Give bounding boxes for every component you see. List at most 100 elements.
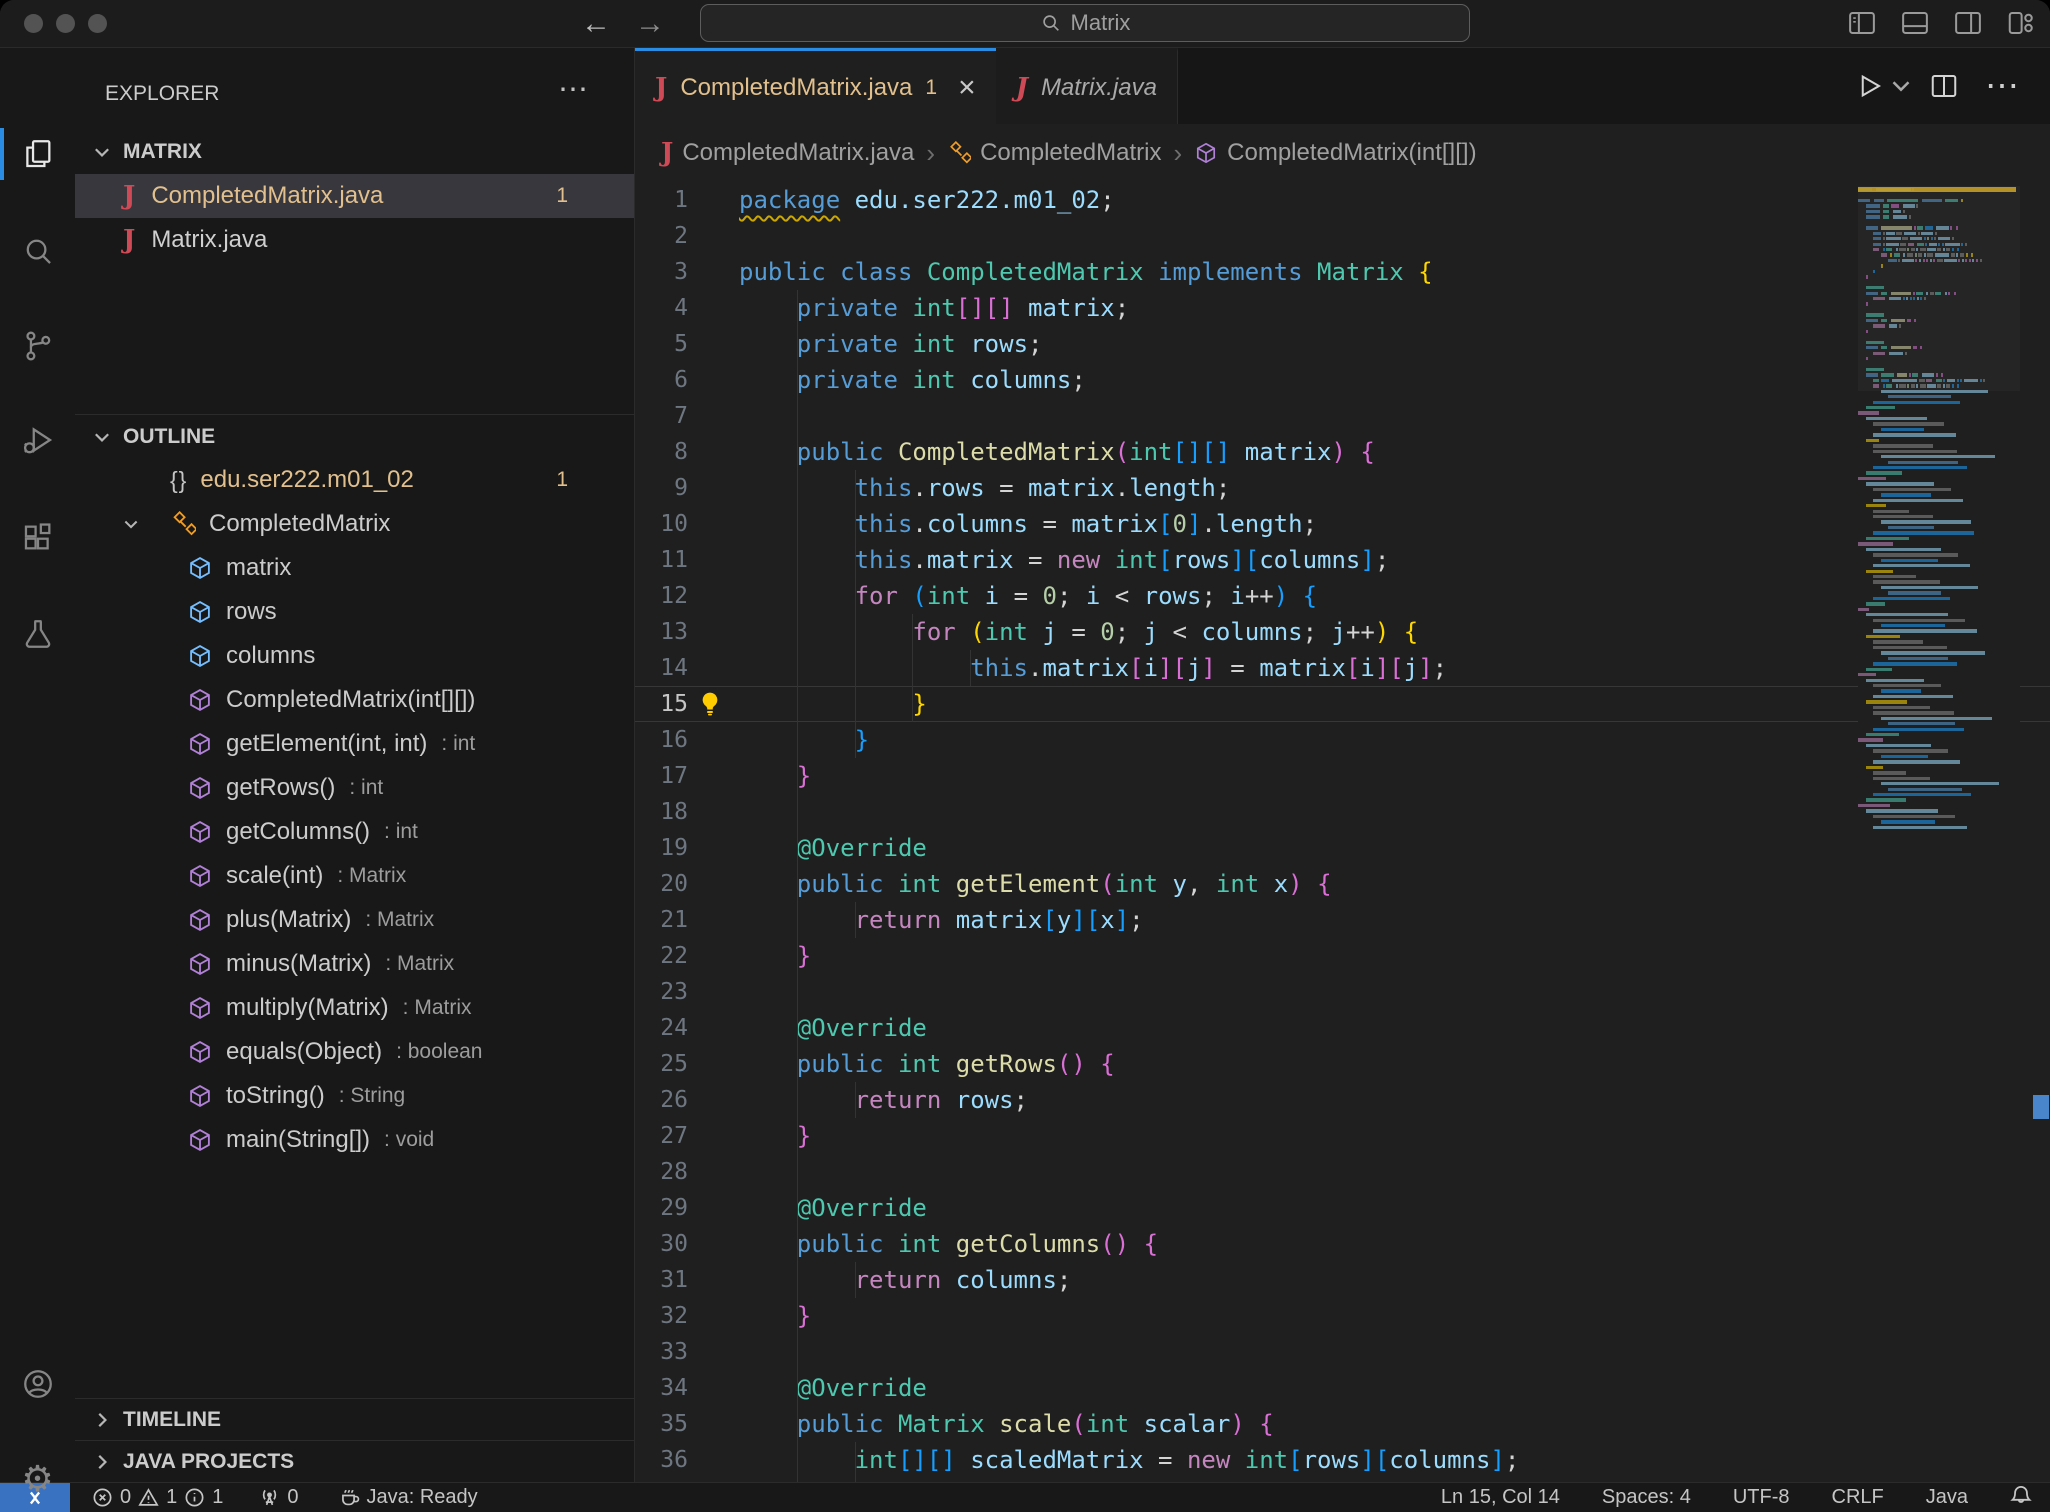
code-line[interactable]: 5 private int rows; — [635, 326, 2050, 362]
code-line[interactable]: 36 int[][] scaledMatrix = new int[rows][… — [635, 1442, 2050, 1478]
line-number[interactable]: 18 — [635, 794, 688, 830]
status-item[interactable]: Spaces: 4 — [1602, 1486, 1691, 1509]
outline-item[interactable]: main(String[]): void — [75, 1118, 634, 1162]
tab-Matrix.java[interactable]: JMatrix.java — [996, 48, 1178, 124]
close-icon[interactable]: × — [958, 71, 976, 105]
toggle-secondary-sidebar-icon[interactable] — [1953, 8, 1983, 38]
code-line[interactable]: 34 @Override — [635, 1370, 2050, 1406]
line-number[interactable]: 26 — [635, 1082, 688, 1118]
code-line[interactable]: 10 this.columns = matrix[0].length; — [635, 506, 2050, 542]
line-number[interactable]: 13 — [635, 614, 688, 650]
ports-status[interactable]: 0 — [259, 1486, 298, 1509]
line-number[interactable]: 3 — [635, 254, 688, 290]
line-number[interactable]: 37 — [635, 1478, 688, 1482]
run-button[interactable] — [1854, 71, 1903, 101]
explorer-more-actions-icon[interactable]: ⋯ — [558, 72, 590, 107]
line-number[interactable]: 33 — [635, 1334, 688, 1370]
activity-item-testing[interactable] — [0, 602, 75, 666]
line-number[interactable]: 10 — [635, 506, 688, 542]
code-line[interactable]: 21 return matrix[y][x]; — [635, 902, 2050, 938]
minimize-window-button[interactable] — [56, 14, 75, 33]
line-number[interactable]: 2 — [635, 218, 688, 254]
code-line[interactable]: 25 public int getRows() { — [635, 1046, 2050, 1082]
line-number[interactable]: 36 — [635, 1442, 688, 1478]
problems-status[interactable]: 0 1 1 — [92, 1486, 223, 1509]
activity-item-explorer[interactable] — [0, 122, 75, 186]
outline-item[interactable]: getColumns(): int — [75, 810, 634, 854]
code-line[interactable]: 7 — [635, 398, 2050, 434]
more-actions-icon[interactable]: ⋯ — [1985, 66, 2020, 106]
line-number[interactable]: 24 — [635, 1010, 688, 1046]
activity-item-extensions[interactable] — [0, 506, 75, 570]
breadcrumb-item[interactable]: CompletedMatrix(int[][]) — [1194, 139, 1476, 167]
code-line[interactable]: 31 return columns; — [635, 1262, 2050, 1298]
line-number[interactable]: 31 — [635, 1262, 688, 1298]
line-number[interactable]: 7 — [635, 398, 688, 434]
line-number[interactable]: 19 — [635, 830, 688, 866]
status-item[interactable]: UTF-8 — [1733, 1486, 1790, 1509]
breadcrumb-item[interactable]: CompletedMatrix — [947, 139, 1161, 167]
line-number[interactable]: 21 — [635, 902, 688, 938]
section-header-outline[interactable]: OUTLINE — [75, 414, 634, 458]
customize-layout-icon[interactable] — [2006, 8, 2036, 38]
outline-item[interactable]: columns — [75, 634, 634, 678]
status-item[interactable]: Java — [1926, 1486, 1968, 1509]
line-number[interactable]: 16 — [635, 722, 688, 758]
activity-item-accounts[interactable] — [0, 1352, 75, 1416]
code-editor[interactable]: 1package edu.ser222.m01_02;23public clas… — [635, 182, 2050, 1482]
code-line[interactable]: 26 return rows; — [635, 1082, 2050, 1118]
code-line[interactable]: 1package edu.ser222.m01_02; — [635, 182, 2050, 218]
line-number[interactable]: 14 — [635, 650, 688, 686]
code-line[interactable]: 33 — [635, 1334, 2050, 1370]
activity-item-settings[interactable]: ⚙ — [0, 1447, 75, 1511]
line-number[interactable]: 9 — [635, 470, 688, 506]
outline-item[interactable]: toString(): String — [75, 1074, 634, 1118]
activity-item-search[interactable] — [0, 219, 75, 283]
code-line[interactable]: 15 } — [635, 686, 2050, 722]
code-line[interactable]: 8 public CompletedMatrix(int[][] matrix)… — [635, 434, 2050, 470]
status-item[interactable]: CRLF — [1832, 1486, 1884, 1509]
line-number[interactable]: 12 — [635, 578, 688, 614]
code-line[interactable]: 9 this.rows = matrix.length; — [635, 470, 2050, 506]
file-row[interactable]: JMatrix.java — [75, 218, 634, 262]
line-number[interactable]: 17 — [635, 758, 688, 794]
line-number[interactable]: 6 — [635, 362, 688, 398]
minimap-slider[interactable] — [1858, 186, 2020, 391]
outline-item[interactable]: matrix — [75, 546, 634, 590]
outline-item[interactable]: {}edu.ser222.m01_021 — [75, 458, 634, 502]
line-number[interactable]: 8 — [635, 434, 688, 470]
toggle-primary-sidebar-icon[interactable] — [1847, 8, 1877, 38]
section-header-timeline[interactable]: TIMELINE — [75, 1398, 634, 1440]
line-number[interactable]: 28 — [635, 1154, 688, 1190]
outline-item[interactable]: plus(Matrix): Matrix — [75, 898, 634, 942]
code-line[interactable]: 19 @Override — [635, 830, 2050, 866]
line-number[interactable]: 29 — [635, 1190, 688, 1226]
code-line[interactable]: 28 — [635, 1154, 2050, 1190]
notifications-bell-icon[interactable] — [2010, 1484, 2032, 1512]
code-line[interactable]: 32 } — [635, 1298, 2050, 1334]
section-header-java-projects[interactable]: JAVA PROJECTS — [75, 1440, 634, 1482]
activity-item-run-debug[interactable] — [0, 408, 75, 472]
outline-item[interactable]: getRows(): int — [75, 766, 634, 810]
line-number[interactable]: 1 — [635, 182, 688, 218]
navigate-forward-button[interactable]: → — [630, 4, 670, 44]
code-line[interactable]: 6 private int columns; — [635, 362, 2050, 398]
breadcrumb-item[interactable]: JCompletedMatrix.java — [661, 139, 914, 167]
outline-item[interactable]: multiply(Matrix): Matrix — [75, 986, 634, 1030]
line-number[interactable]: 15 — [635, 686, 688, 722]
activity-item-source-control[interactable] — [0, 314, 75, 378]
line-number[interactable]: 22 — [635, 938, 688, 974]
code-line[interactable]: 20 public int getElement(int y, int x) { — [635, 866, 2050, 902]
line-number[interactable]: 4 — [635, 290, 688, 326]
code-line[interactable]: 24 @Override — [635, 1010, 2050, 1046]
line-number[interactable]: 11 — [635, 542, 688, 578]
code-line[interactable]: 13 for (int j = 0; j < columns; j++) { — [635, 614, 2050, 650]
line-number[interactable]: 27 — [635, 1118, 688, 1154]
split-editor-button[interactable] — [1929, 71, 1959, 101]
code-line[interactable]: 29 @Override — [635, 1190, 2050, 1226]
run-dropdown-icon[interactable] — [1886, 71, 1903, 101]
code-line[interactable]: 11 this.matrix = new int[rows][columns]; — [635, 542, 2050, 578]
line-number[interactable]: 23 — [635, 974, 688, 1010]
code-line[interactable]: 27 } — [635, 1118, 2050, 1154]
close-window-button[interactable] — [24, 14, 43, 33]
